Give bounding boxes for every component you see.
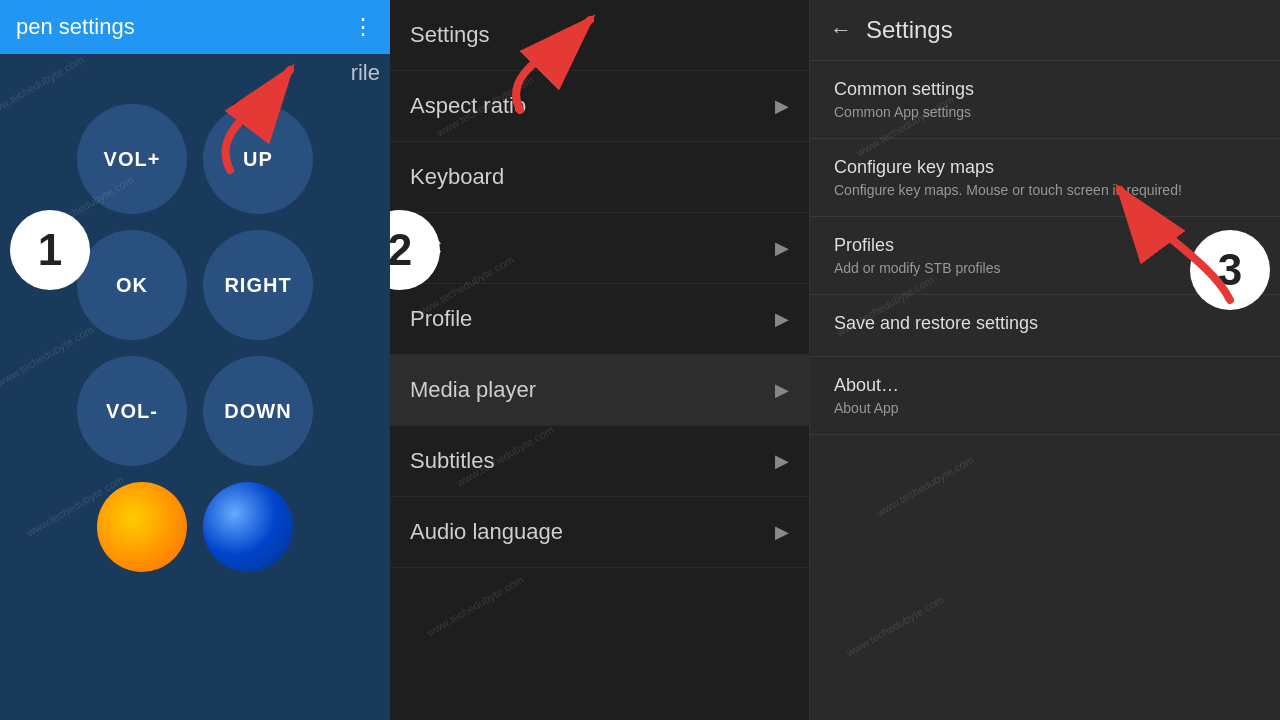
menu-item-subtitles-label: Subtitles bbox=[410, 448, 494, 474]
remote-row-2: OK RIGHT bbox=[77, 230, 313, 340]
settings-item-save-restore-title: Save and restore settings bbox=[834, 313, 1256, 334]
chevron-right-icon: ▶ bbox=[775, 308, 789, 330]
panel-remote: pen settings ⋮ rile www.techedubyte.com … bbox=[0, 0, 390, 720]
watermark: www.techedubyte.com bbox=[424, 573, 525, 638]
app-icons-row bbox=[0, 482, 390, 572]
chevron-right-icon: ▶ bbox=[775, 450, 789, 472]
arrow-3-icon bbox=[1070, 150, 1270, 310]
menu-item-audio-language[interactable]: Audio language ▶ bbox=[390, 497, 809, 568]
menu-item-media-player-label: Media player bbox=[410, 377, 536, 403]
settings-header: ← Settings bbox=[810, 0, 1280, 61]
panel-settings: www.techedubyte.com www.techedubyte.com … bbox=[810, 0, 1280, 720]
chevron-right-icon: ▶ bbox=[775, 521, 789, 543]
menu-item-keyboard[interactable]: Keyboard bbox=[390, 142, 809, 213]
chevron-right-icon: ▶ bbox=[775, 95, 789, 117]
remote-row-3: VOL- DOWN bbox=[77, 356, 313, 466]
settings-item-common-title: Common settings bbox=[834, 79, 1256, 100]
settings-item-about-subtitle: About App bbox=[834, 400, 1256, 416]
app-icon-blue[interactable] bbox=[203, 482, 293, 572]
menu-item-rc[interactable]: RC ▶ bbox=[390, 213, 809, 284]
menu-item-subtitles[interactable]: Subtitles ▶ bbox=[390, 426, 809, 497]
menu-item-audio-language-label: Audio language bbox=[410, 519, 563, 545]
ok-button[interactable]: OK bbox=[77, 230, 187, 340]
settings-item-about[interactable]: About… About App bbox=[810, 357, 1280, 435]
step-1-badge: 1 bbox=[10, 210, 90, 290]
app-icon-orange[interactable] bbox=[97, 482, 187, 572]
arrow-2-icon bbox=[420, 0, 620, 120]
remote-header-title: pen settings bbox=[16, 14, 135, 40]
arrow-1-icon bbox=[140, 30, 320, 190]
menu-item-media-player[interactable]: Media player ▶ bbox=[390, 355, 809, 426]
settings-title: Settings bbox=[866, 16, 953, 44]
menu-item-profile-label: Profile bbox=[410, 306, 472, 332]
right-button[interactable]: RIGHT bbox=[203, 230, 313, 340]
settings-item-common[interactable]: Common settings Common App settings bbox=[810, 61, 1280, 139]
down-button[interactable]: DOWN bbox=[203, 356, 313, 466]
settings-item-common-subtitle: Common App settings bbox=[834, 104, 1256, 120]
chevron-right-icon: ▶ bbox=[775, 237, 789, 259]
panel-menu: www.techedubyte.com www.techedubyte.com … bbox=[390, 0, 810, 720]
secondary-text: rile bbox=[351, 60, 380, 86]
menu-item-keyboard-label: Keyboard bbox=[410, 164, 504, 190]
watermark: www.techedubyte.com bbox=[844, 593, 945, 658]
dots-menu-button[interactable]: ⋮ bbox=[352, 14, 374, 40]
watermark: www.techedubyte.com bbox=[874, 453, 975, 518]
vol-minus-button[interactable]: VOL- bbox=[77, 356, 187, 466]
settings-item-about-title: About… bbox=[834, 375, 1256, 396]
back-button[interactable]: ← bbox=[830, 17, 852, 43]
menu-item-profile[interactable]: Profile ▶ bbox=[390, 284, 809, 355]
chevron-right-icon: ▶ bbox=[775, 379, 789, 401]
